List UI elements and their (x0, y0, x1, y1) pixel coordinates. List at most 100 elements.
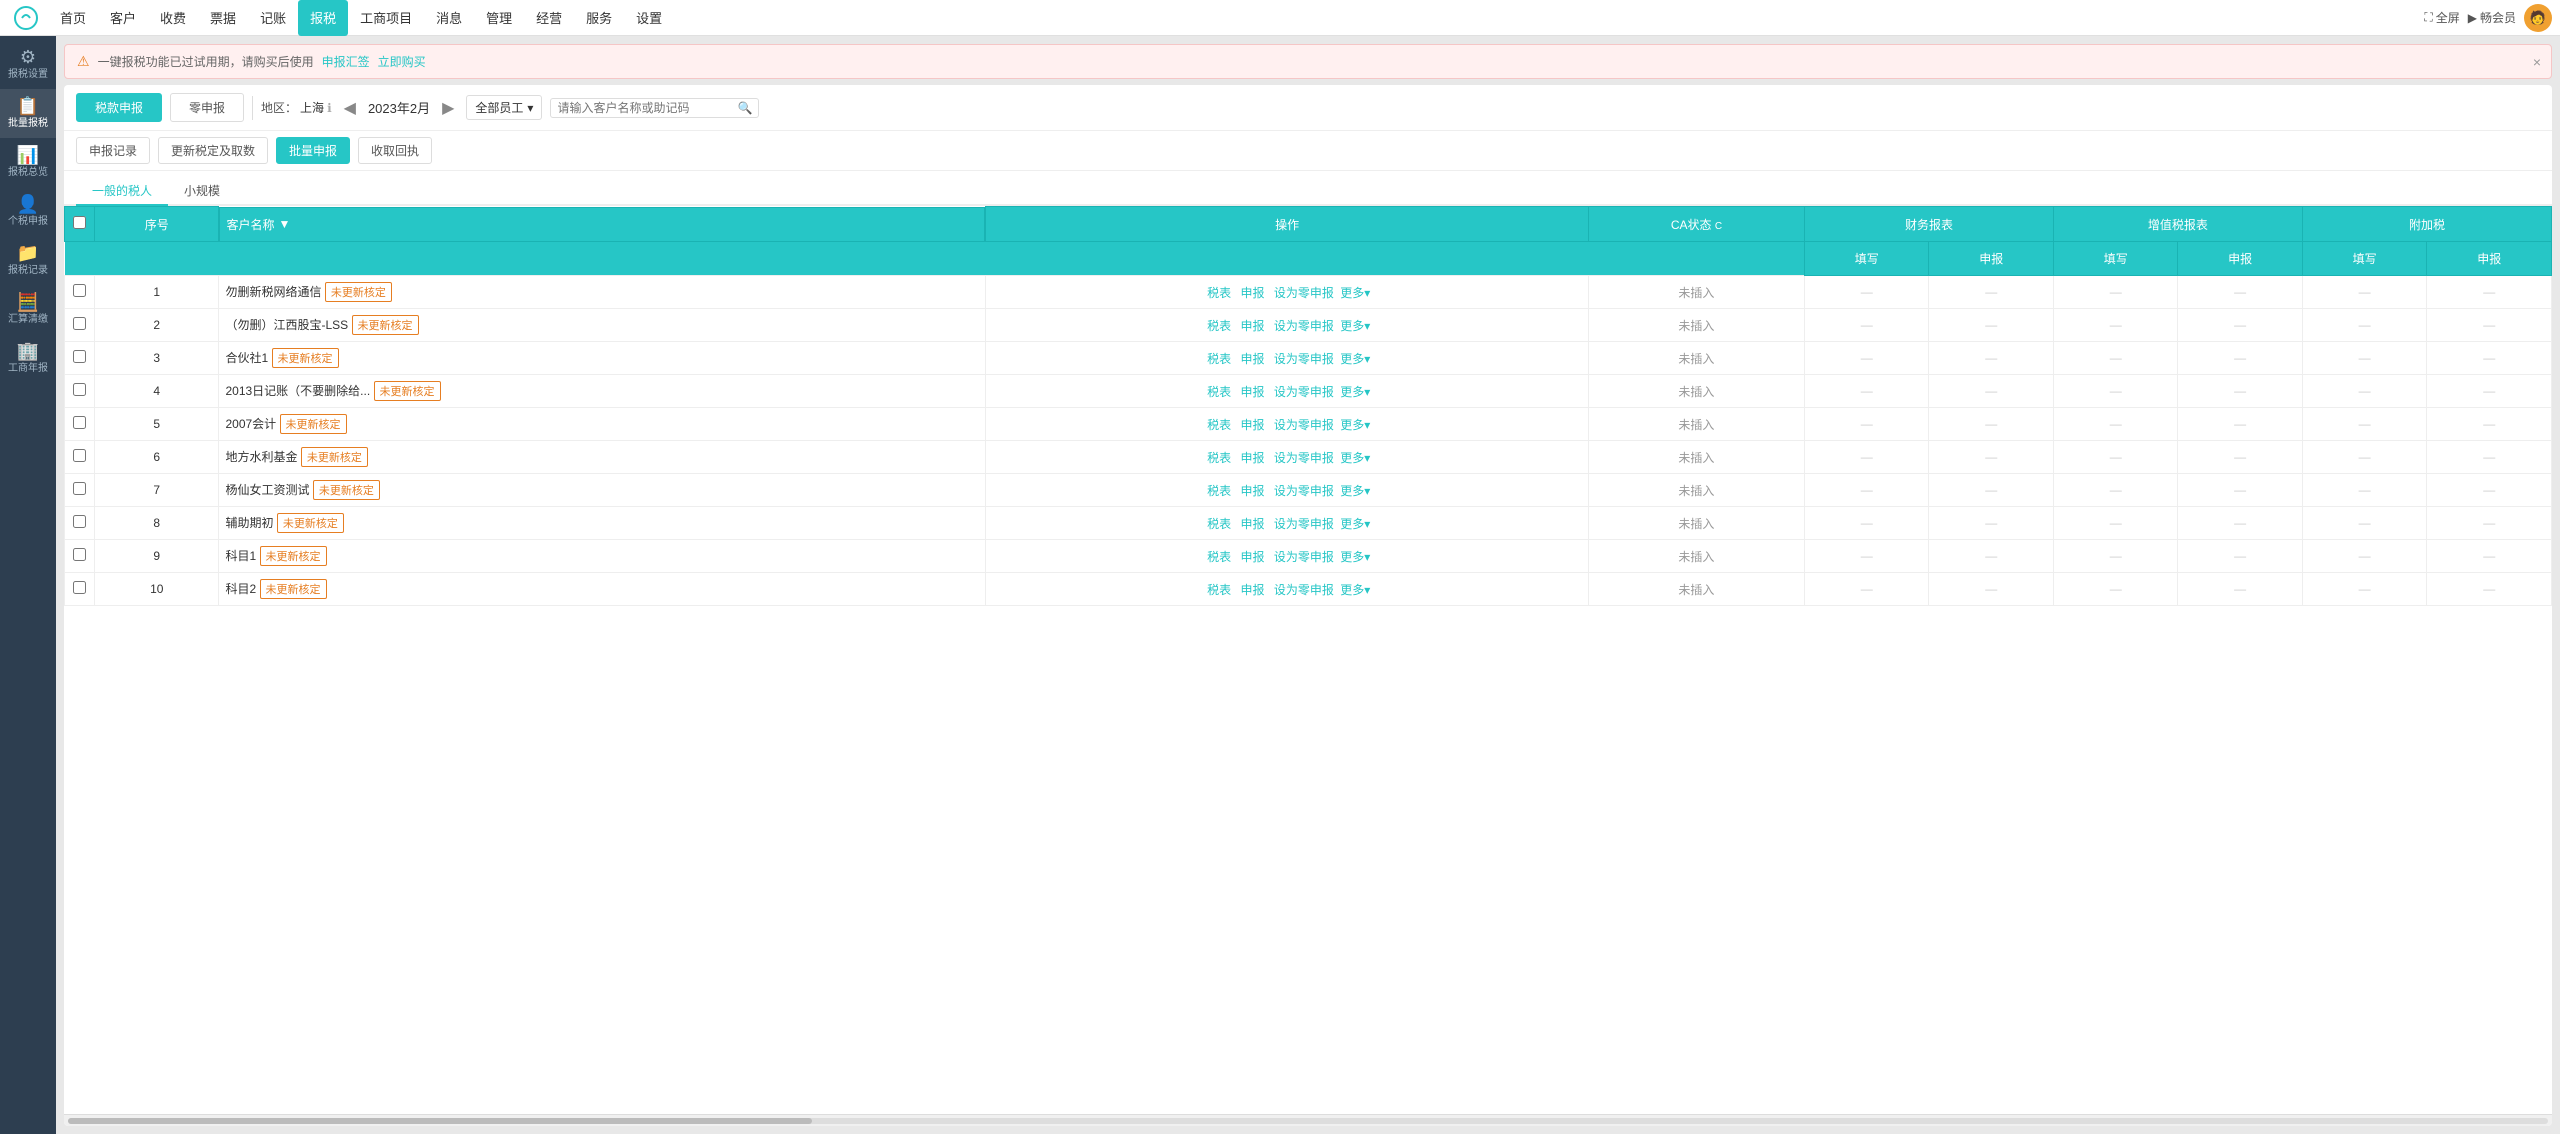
op-zero-declare-2[interactable]: 设为零申报 (1274, 352, 1334, 366)
sidebar-item-personal-tax[interactable]: 👤 个税申报 (0, 187, 56, 236)
row-checkbox-5[interactable] (73, 449, 86, 462)
op-more-2[interactable]: 更多▾ (1340, 352, 1370, 366)
row-checkbox-7[interactable] (73, 515, 86, 528)
sub-header-vat-fill: 填写 (2053, 242, 2177, 276)
op-more-4[interactable]: 更多▾ (1340, 418, 1370, 432)
sub-tab-small-scale[interactable]: 小规模 (168, 177, 236, 206)
op-tax-form-4[interactable]: 税表 (1207, 418, 1231, 432)
op-declare-1[interactable]: 申报 (1240, 319, 1264, 333)
row-checkbox-6[interactable] (73, 482, 86, 495)
op-tax-form-9[interactable]: 税表 (1207, 583, 1231, 597)
nav-operation[interactable]: 经营 (524, 0, 574, 36)
op-tax-form-2[interactable]: 税表 (1207, 352, 1231, 366)
row-checkbox-4[interactable] (73, 416, 86, 429)
op-zero-declare-7[interactable]: 设为零申报 (1274, 517, 1334, 531)
prev-month-button[interactable]: ◀ (340, 98, 360, 118)
op-more-3[interactable]: 更多▾ (1340, 385, 1370, 399)
search-icon[interactable]: 🔍 (737, 101, 752, 115)
op-more-8[interactable]: 更多▾ (1340, 550, 1370, 564)
op-tax-form-1[interactable]: 税表 (1207, 319, 1231, 333)
sidebar-item-batch-tax[interactable]: 📋 批量报税 (0, 89, 56, 138)
row-checkbox-3[interactable] (73, 383, 86, 396)
nav-billing[interactable]: 收费 (148, 0, 198, 36)
op-more-9[interactable]: 更多▾ (1340, 583, 1370, 597)
op-tax-form-7[interactable]: 税表 (1207, 517, 1231, 531)
op-zero-declare-5[interactable]: 设为零申报 (1274, 451, 1334, 465)
op-tax-form-3[interactable]: 税表 (1207, 385, 1231, 399)
banner-close-button[interactable]: × (2533, 54, 2541, 70)
fullscreen-button[interactable]: ⛶ 全屏 (2424, 9, 2459, 26)
personal-tax-icon: 👤 (17, 195, 39, 213)
row-checkbox-9[interactable] (73, 581, 86, 594)
op-zero-declare-0[interactable]: 设为零申报 (1274, 286, 1334, 300)
select-all-checkbox[interactable] (73, 216, 86, 229)
nav-settings[interactable]: 设置 (624, 0, 674, 36)
nav-invoice[interactable]: 票据 (198, 0, 248, 36)
op-declare-0[interactable]: 申报 (1240, 286, 1264, 300)
member-button[interactable]: ▶ 畅会员 (2468, 9, 2516, 26)
sub-header-fin-fill: 填写 (1804, 242, 1928, 276)
op-more-5[interactable]: 更多▾ (1340, 451, 1370, 465)
row-checkbox-2[interactable] (73, 350, 86, 363)
row-col-3-4: — (2302, 375, 2426, 408)
banner-text: 一键报税功能已过试用期，请购买后使用 (98, 53, 314, 70)
op-declare-8[interactable]: 申报 (1240, 550, 1264, 564)
update-tax-button[interactable]: 更新税定及取数 (158, 137, 268, 164)
batch-declare-button[interactable]: 批量申报 (276, 137, 350, 164)
sidebar-item-tax-overview[interactable]: 📊 报税总览 (0, 138, 56, 187)
op-zero-declare-8[interactable]: 设为零申报 (1274, 550, 1334, 564)
op-zero-declare-4[interactable]: 设为零申报 (1274, 418, 1334, 432)
nav-home[interactable]: 首页 (48, 0, 98, 36)
sidebar-item-tax-settings[interactable]: ⚙ 报税设置 (0, 40, 56, 89)
op-zero-declare-3[interactable]: 设为零申报 (1274, 385, 1334, 399)
nav-manage[interactable]: 管理 (474, 0, 524, 36)
tax-overview-icon: 📊 (17, 146, 39, 164)
op-tax-form-8[interactable]: 税表 (1207, 550, 1231, 564)
op-zero-declare-6[interactable]: 设为零申报 (1274, 484, 1334, 498)
banner-link-report[interactable]: 申报汇签 (322, 53, 370, 70)
nav-biz-project[interactable]: 工商项目 (348, 0, 424, 36)
sub-tab-general[interactable]: 一般的税人 (76, 177, 168, 206)
op-more-1[interactable]: 更多▾ (1340, 319, 1370, 333)
op-more-7[interactable]: 更多▾ (1340, 517, 1370, 531)
nav-customer[interactable]: 客户 (98, 0, 148, 36)
banner-link-buy[interactable]: 立即购买 (378, 53, 426, 70)
op-tax-form-5[interactable]: 税表 (1207, 451, 1231, 465)
sort-icon[interactable]: ▼ (279, 217, 291, 231)
search-input[interactable] (557, 101, 737, 115)
nav-bookkeeping[interactable]: 记账 (248, 0, 298, 36)
row-checkbox-1[interactable] (73, 317, 86, 330)
next-month-button[interactable]: ▶ (438, 98, 458, 118)
nav-service[interactable]: 服务 (574, 0, 624, 36)
sidebar-item-annual-settlement[interactable]: 🧮 汇算清缴 (0, 285, 56, 334)
dept-select[interactable]: 全部员工 ▾ (466, 95, 542, 120)
op-declare-7[interactable]: 申报 (1240, 517, 1264, 531)
ca-info-icon[interactable]: C (1715, 221, 1722, 232)
op-declare-3[interactable]: 申报 (1240, 385, 1264, 399)
op-tax-form-6[interactable]: 税表 (1207, 484, 1231, 498)
op-declare-2[interactable]: 申报 (1240, 352, 1264, 366)
row-no: 9 (95, 540, 219, 573)
nav-tax[interactable]: 报税 (298, 0, 348, 36)
op-zero-declare-1[interactable]: 设为零申报 (1274, 319, 1334, 333)
nav-message[interactable]: 消息 (424, 0, 474, 36)
scroll-thumb[interactable] (68, 1118, 812, 1124)
op-declare-4[interactable]: 申报 (1240, 418, 1264, 432)
collect-receipt-button[interactable]: 收取回执 (358, 137, 432, 164)
op-declare-6[interactable]: 申报 (1240, 484, 1264, 498)
sidebar-item-tax-record[interactable]: 📁 报税记录 (0, 236, 56, 285)
row-checkbox-8[interactable] (73, 548, 86, 561)
op-declare-5[interactable]: 申报 (1240, 451, 1264, 465)
op-declare-9[interactable]: 申报 (1240, 583, 1264, 597)
op-tax-form-0[interactable]: 税表 (1207, 286, 1231, 300)
op-more-0[interactable]: 更多▾ (1340, 286, 1370, 300)
tab-zero-declaration[interactable]: 零申报 (170, 93, 244, 122)
row-col-2-2: — (2053, 342, 2177, 375)
tab-tax-declaration[interactable]: 税款申报 (76, 93, 162, 122)
sidebar-item-business-annual[interactable]: 🏢 工商年报 (0, 334, 56, 383)
op-zero-declare-9[interactable]: 设为零申报 (1274, 583, 1334, 597)
declaration-record-button[interactable]: 申报记录 (76, 137, 150, 164)
action-bar: 申报记录 更新税定及取数 批量申报 收取回执 (64, 131, 2552, 171)
op-more-6[interactable]: 更多▾ (1340, 484, 1370, 498)
row-checkbox-0[interactable] (73, 284, 86, 297)
